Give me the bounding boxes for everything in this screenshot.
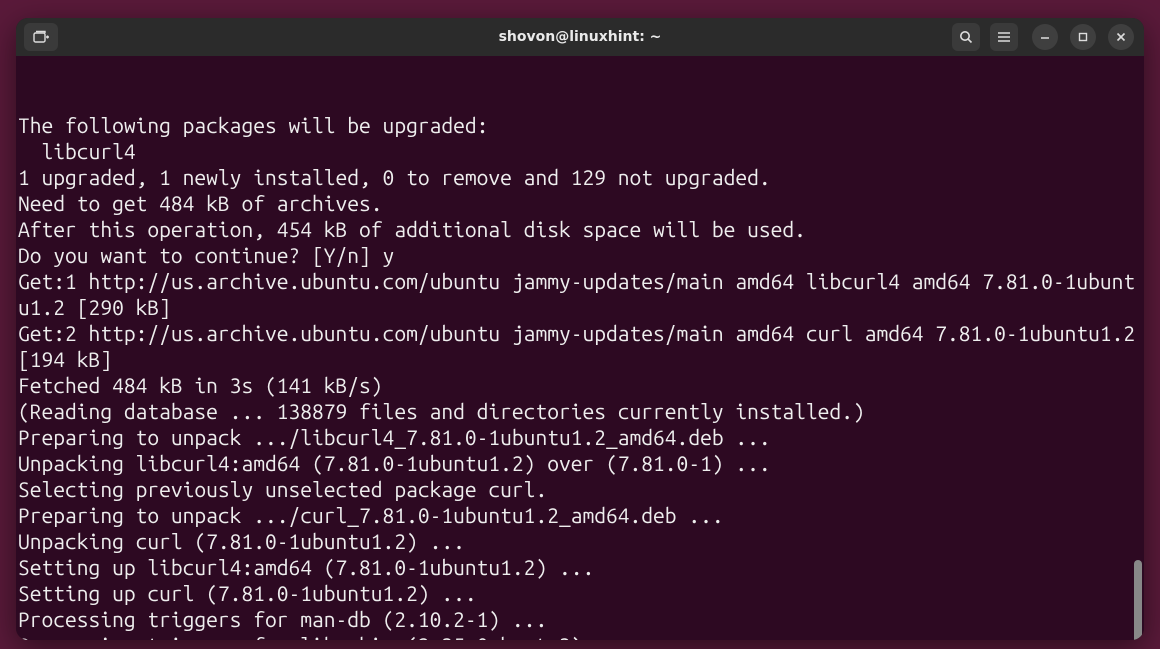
terminal-body[interactable]: The following packages will be upgraded:… bbox=[16, 56, 1144, 640]
minimize-button[interactable] bbox=[1032, 24, 1058, 50]
search-button[interactable] bbox=[952, 23, 980, 51]
close-icon bbox=[1116, 32, 1126, 42]
new-tab-icon bbox=[33, 30, 49, 44]
output-line: Do you want to continue? [Y/n] y bbox=[18, 242, 1142, 268]
titlebar-right bbox=[952, 23, 1138, 51]
minimize-icon bbox=[1040, 32, 1050, 42]
hamburger-icon bbox=[997, 31, 1011, 43]
terminal-output: The following packages will be upgraded:… bbox=[18, 112, 1142, 640]
output-line: Fetched 484 kB in 3s (141 kB/s) bbox=[18, 372, 1142, 398]
window-controls bbox=[1032, 24, 1134, 50]
output-line: Need to get 484 kB of archives. bbox=[18, 190, 1142, 216]
output-line: The following packages will be upgraded: bbox=[18, 112, 1142, 138]
maximize-icon bbox=[1078, 32, 1088, 42]
output-line: Setting up libcurl4:amd64 (7.81.0-1ubunt… bbox=[18, 554, 1142, 580]
scrollbar-thumb[interactable] bbox=[1134, 560, 1142, 640]
output-line: Selecting previously unselected package … bbox=[18, 476, 1142, 502]
output-line: Get:1 http://us.archive.ubuntu.com/ubunt… bbox=[18, 268, 1142, 320]
titlebar: shovon@linuxhint: ~ bbox=[16, 18, 1144, 56]
output-line: Processing triggers for man-db (2.10.2-1… bbox=[18, 606, 1142, 632]
output-line: Preparing to unpack .../libcurl4_7.81.0-… bbox=[18, 424, 1142, 450]
search-icon bbox=[959, 30, 973, 44]
terminal-window: shovon@linuxhint: ~ bbox=[16, 18, 1144, 640]
output-line: Unpacking libcurl4:amd64 (7.81.0-1ubuntu… bbox=[18, 450, 1142, 476]
output-line: Unpacking curl (7.81.0-1ubuntu1.2) ... bbox=[18, 528, 1142, 554]
output-line: After this operation, 454 kB of addition… bbox=[18, 216, 1142, 242]
output-line: Processing triggers for libc-bin (2.35-0… bbox=[18, 632, 1142, 640]
output-line: libcurl4 bbox=[18, 138, 1142, 164]
new-tab-button[interactable] bbox=[24, 23, 58, 51]
output-line: Preparing to unpack .../curl_7.81.0-1ubu… bbox=[18, 502, 1142, 528]
output-line: 1 upgraded, 1 newly installed, 0 to remo… bbox=[18, 164, 1142, 190]
output-line: Get:2 http://us.archive.ubuntu.com/ubunt… bbox=[18, 320, 1142, 372]
output-line: (Reading database ... 138879 files and d… bbox=[18, 398, 1142, 424]
output-line: Setting up curl (7.81.0-1ubuntu1.2) ... bbox=[18, 580, 1142, 606]
close-button[interactable] bbox=[1108, 24, 1134, 50]
menu-button[interactable] bbox=[990, 23, 1018, 51]
maximize-button[interactable] bbox=[1070, 24, 1096, 50]
